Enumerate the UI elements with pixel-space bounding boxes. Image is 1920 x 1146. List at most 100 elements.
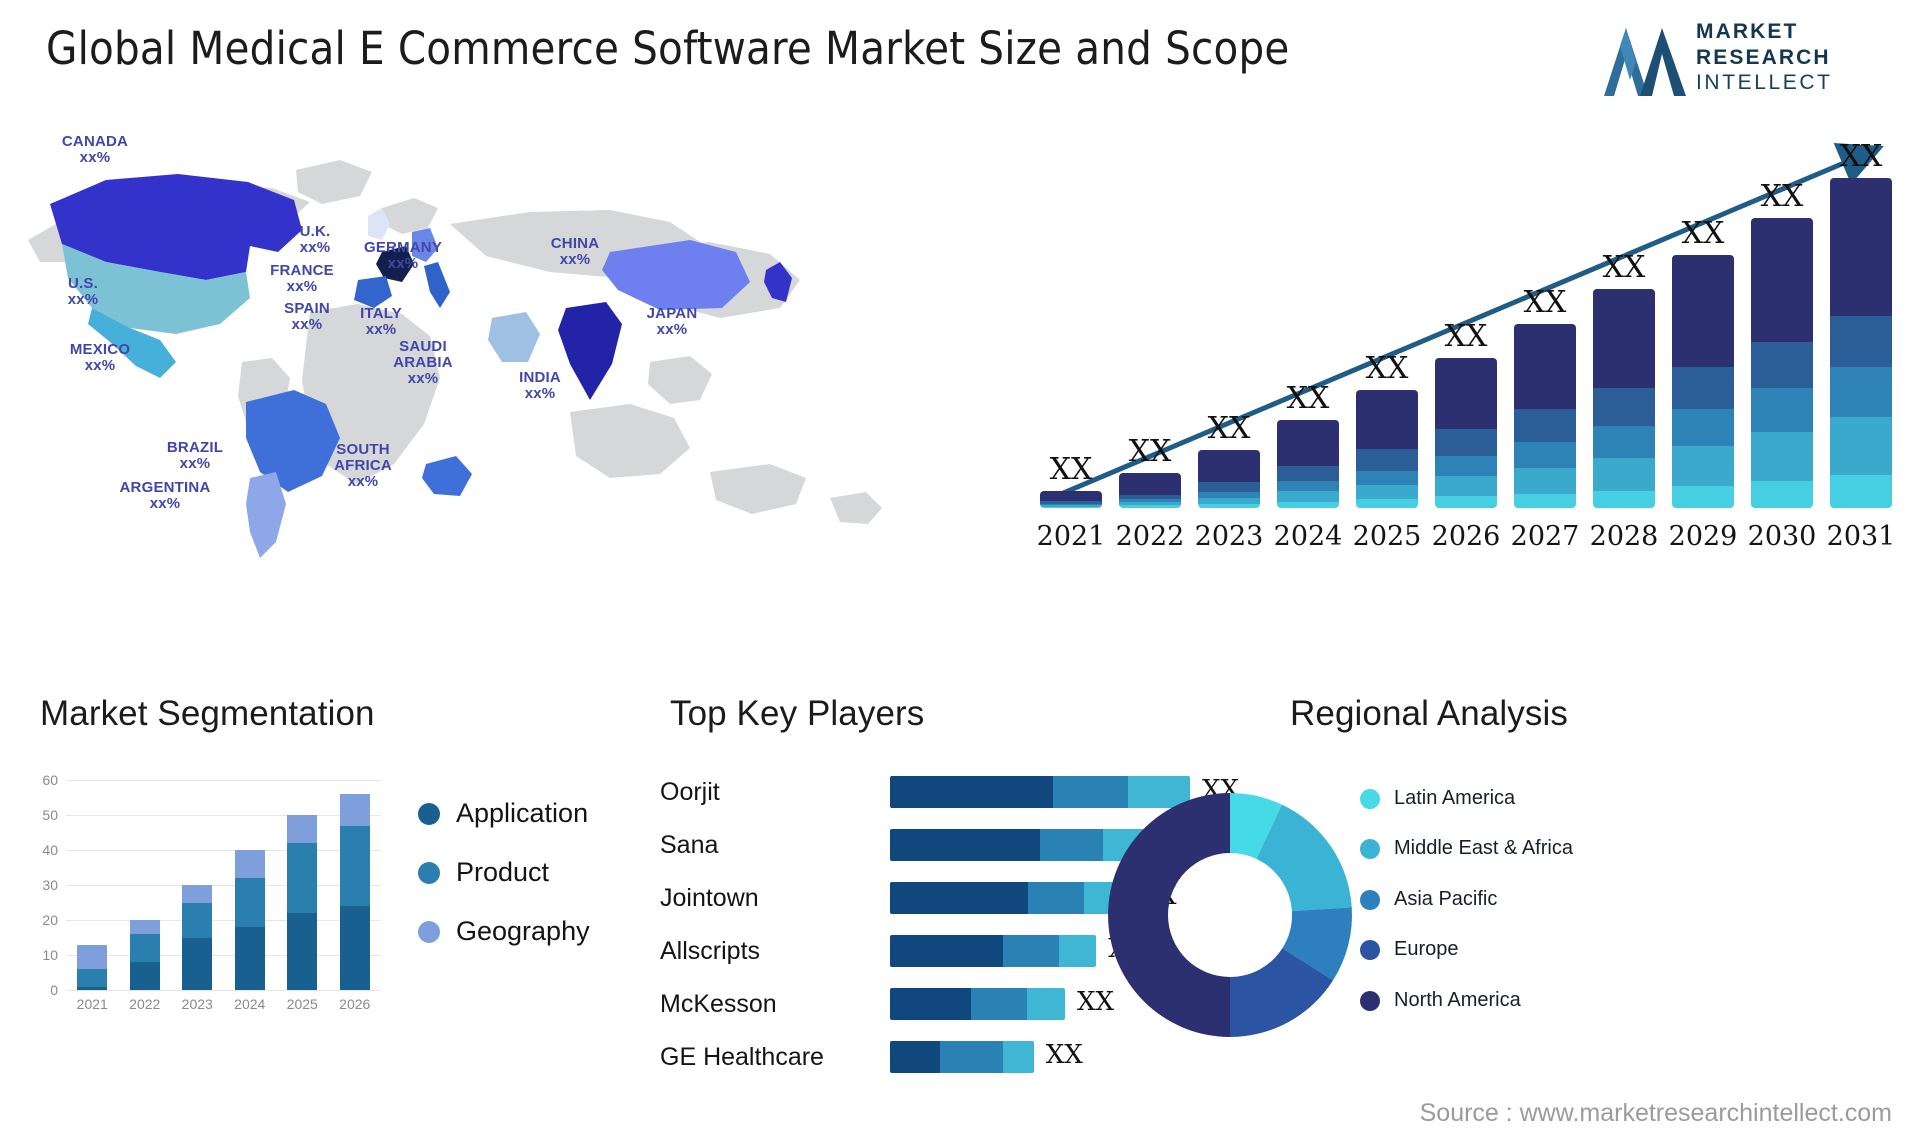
hero-bar-segment [1198, 482, 1260, 493]
hero-bar-year-label: 2028 [1589, 521, 1659, 552]
hero-bar-value-label: XX [1286, 381, 1330, 417]
region-legend-item-latin-america[interactable]: Latin America [1360, 786, 1573, 810]
hero-bar-segment [1356, 448, 1418, 471]
country-saudi-arabia [488, 312, 540, 362]
regional-analysis-panel: Regional Analysis Latin America Middle Ea… [1108, 690, 1910, 1130]
map-label-south-africa: SOUTH AFRICA xx% [334, 441, 392, 491]
seg-bar-segment [234, 850, 265, 878]
player-bar-segment [890, 1041, 940, 1073]
hero-bar-year-label: 2027 [1510, 521, 1580, 552]
regional-analysis-legend: Latin America Middle East & Africa Asia Pa… [1360, 786, 1573, 1038]
hero-bar-year-label: 2031 [1826, 521, 1896, 552]
hero-bar-year-label: 2024 [1273, 521, 1343, 552]
seg-bar-segment [129, 962, 160, 990]
seg-y-tick-label: 40 [42, 842, 58, 858]
player-name-label: Allscripts [660, 937, 761, 965]
player-bar-segment [890, 935, 1003, 967]
region-legend-item-north-america[interactable]: North America [1360, 988, 1573, 1012]
hero-bar-2029 [1672, 255, 1734, 508]
hero-bar-segment [1119, 473, 1181, 496]
hero-bar-segment [1277, 465, 1339, 482]
seg-legend-color-swatch [418, 861, 440, 884]
seg-legend-item-application[interactable]: Application [418, 798, 590, 829]
donut-slice-north-america[interactable] [1108, 793, 1230, 1037]
hero-bar-segment [1356, 499, 1418, 508]
hero-bar-segment [1435, 456, 1497, 477]
hero-bar-2021 [1040, 490, 1102, 508]
hero-bar-segment [1751, 388, 1813, 432]
seg-y-tick-label: 50 [42, 807, 58, 823]
region-legend-color-swatch [1360, 990, 1380, 1011]
hero-bar-2024 [1277, 420, 1339, 508]
seg-x-tick-label: 2021 [76, 996, 108, 1012]
seg-gridline [66, 990, 381, 991]
region-legend-item-middle-east-africa[interactable]: Middle East & Africa [1360, 836, 1573, 860]
hero-bar-2027 [1514, 324, 1576, 508]
logo-line-market: MARKET [1696, 20, 1799, 44]
map-label-germany: GERMANY xx% [363, 239, 443, 273]
hero-bar-segment [1435, 496, 1497, 508]
seg-bar-segment [77, 944, 108, 969]
region-legend-item-asia-pacific[interactable]: Asia Pacific [1360, 887, 1573, 911]
seg-y-tick-label: 30 [42, 877, 58, 893]
seg-legend-label: Geography [456, 916, 590, 946]
source-credit: Source : www.marketresearchintellect.com [1419, 1099, 1892, 1127]
player-bar-segment [890, 776, 1053, 808]
player-name-label: Jointown [660, 884, 759, 912]
seg-legend-item-geography[interactable]: Geography [418, 916, 590, 947]
regional-analysis-title: Regional Analysis [1290, 694, 1568, 733]
logo-line-research: RESEARCH [1696, 45, 1831, 69]
region-legend-color-swatch [1360, 839, 1380, 860]
hero-bar-year-label: 2023 [1194, 521, 1264, 552]
seg-bar-2023 [182, 885, 213, 990]
player-bar-segment [971, 988, 1028, 1020]
region-legend-item-europe[interactable]: Europe [1360, 937, 1573, 961]
map-label-argentina: ARGENTINA xx% [119, 479, 211, 513]
player-name-label: Oorjit [660, 778, 720, 806]
player-name-label: GE Healthcare [660, 1043, 824, 1071]
seg-bar-segment [182, 937, 213, 990]
market-segmentation-panel: Market Segmentation 0 10 20 30 40 50 60 2021 202… [18, 690, 638, 1130]
map-label-spain: SPAIN xx% [284, 300, 330, 334]
seg-legend-color-swatch [418, 920, 440, 943]
seg-bar-segment [339, 906, 370, 990]
seg-x-tick-label: 2025 [286, 996, 318, 1012]
country-china [602, 240, 750, 310]
seg-gridline [66, 955, 381, 956]
hero-bar-segment [1672, 446, 1734, 487]
hero-bar-2031 [1830, 178, 1892, 508]
map-label-canada: CANADA xx% [61, 133, 129, 167]
hero-bar-segment [1593, 425, 1655, 458]
map-label-china: CHINA xx% [550, 235, 600, 269]
market-segmentation-legend: Application Product Geography [418, 798, 590, 975]
hero-bar-segment [1830, 178, 1892, 317]
seg-x-tick-label: 2022 [129, 996, 161, 1012]
top-key-players-title: Top Key Players [670, 694, 925, 733]
hero-bar-value-label: XX [1681, 216, 1725, 252]
seg-bar-segment [129, 934, 160, 962]
seg-bar-segment [339, 794, 370, 826]
hero-bar-value-label: XX [1444, 319, 1488, 355]
region-legend-label: North America [1394, 988, 1521, 1011]
player-bar-segment [890, 882, 1028, 914]
seg-bar-segment [77, 986, 108, 990]
map-label-u-s: U.S. xx% [67, 275, 99, 309]
player-bar-segment [940, 1041, 1003, 1073]
map-label-italy: ITALY xx% [360, 305, 402, 339]
seg-legend-item-product[interactable]: Product [418, 857, 590, 888]
seg-x-tick-label: 2024 [234, 996, 266, 1012]
seg-legend-color-swatch [418, 802, 440, 825]
hero-bar-segment [1356, 484, 1418, 500]
hero-bar-2030 [1751, 218, 1813, 508]
seg-bar-segment [182, 902, 213, 938]
map-label-mexico: MEXICO xx% [69, 341, 131, 375]
country-south-africa [422, 456, 472, 496]
map-label-japan: JAPAN xx% [646, 305, 698, 339]
hero-bar-value-label: XX [1760, 179, 1804, 215]
seg-bar-segment [287, 815, 318, 843]
seg-y-tick-label: 10 [42, 947, 58, 963]
hero-growth-chart: XX 2021 XX 2022 XX 2023 XX 2024 XX 2025 XX 2026 XX 20… [1030, 130, 1910, 560]
player-bar [890, 1041, 1034, 1073]
hero-bar-year-label: 2022 [1115, 521, 1185, 552]
hero-bar-segment [1672, 486, 1734, 508]
